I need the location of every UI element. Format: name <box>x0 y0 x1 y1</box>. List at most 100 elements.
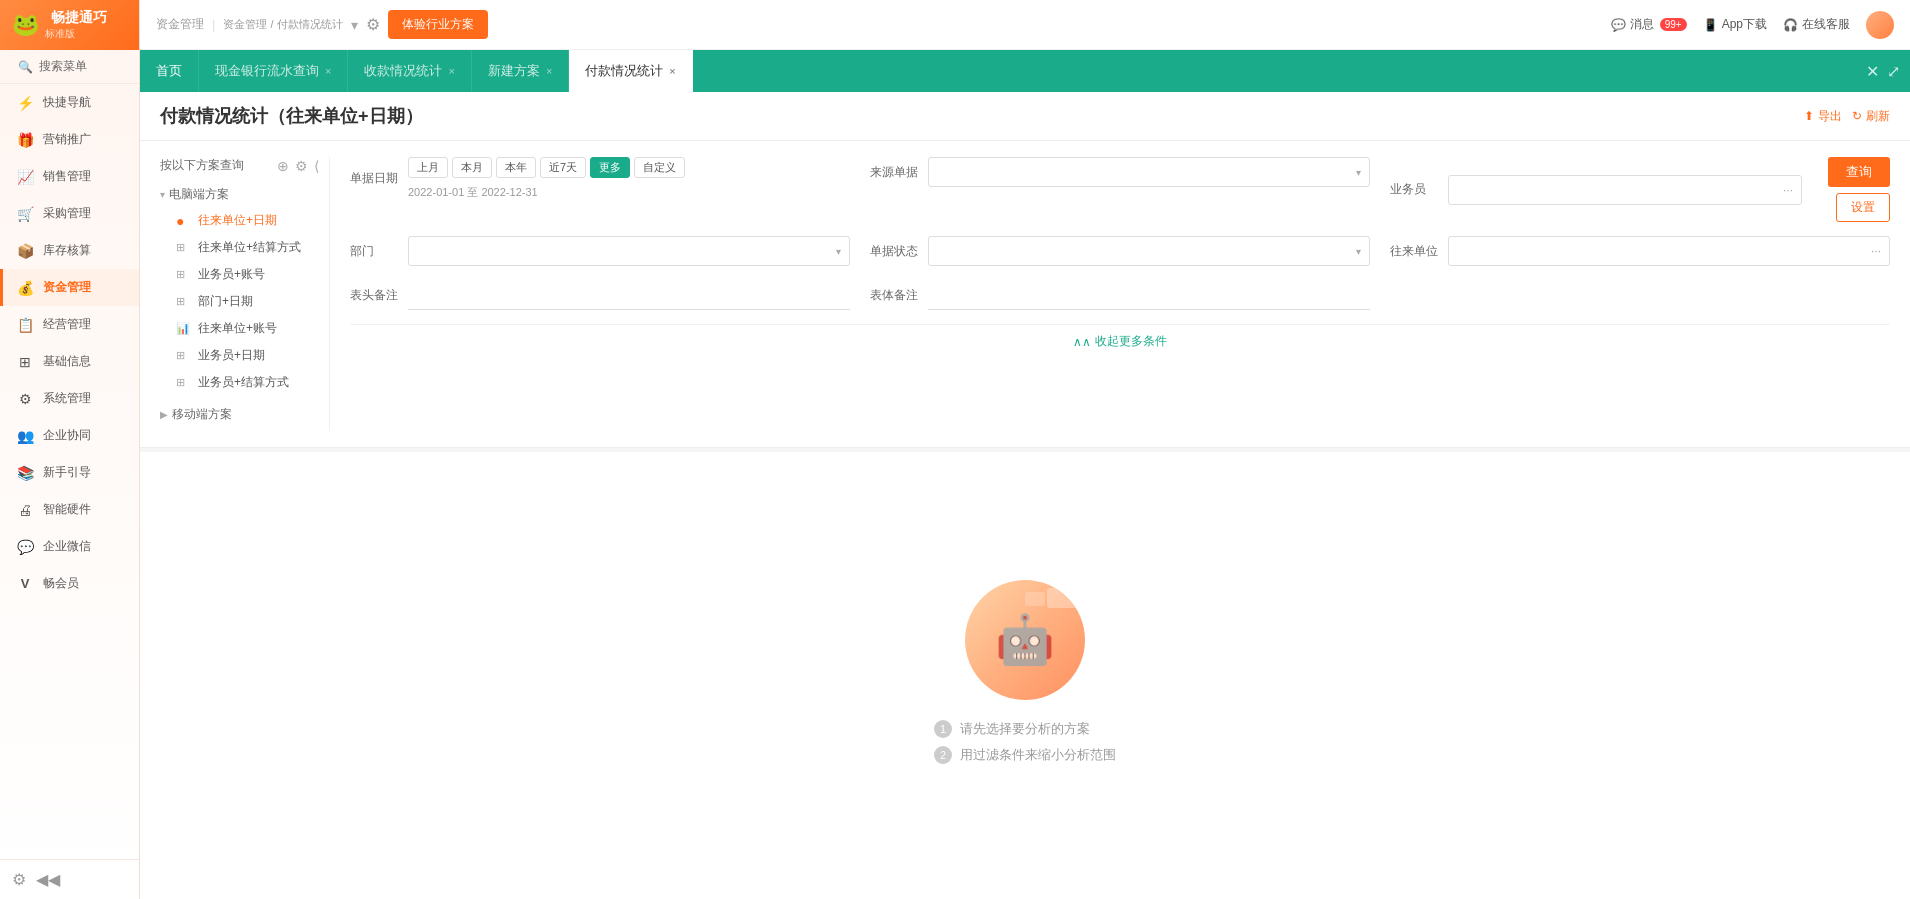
sidebar-item-system[interactable]: ⚙ 系统管理 <box>0 380 139 417</box>
online-service-item[interactable]: 🎧 在线客服 <box>1783 16 1850 33</box>
sidebar-item-marketing[interactable]: 🎁 营销推广 <box>0 121 139 158</box>
counterparty-select[interactable]: ··· <box>1448 236 1890 266</box>
user-avatar[interactable] <box>1866 11 1894 39</box>
mobile-group-label: 移动端方案 <box>172 406 232 423</box>
scheme-settings-icon[interactable]: ⚙ <box>295 158 308 174</box>
scheme-item-4[interactable]: 📊 往来单位+账号 <box>160 315 319 342</box>
body-remark-input[interactable] <box>928 280 1370 310</box>
mobile-group-arrow: ▶ <box>160 409 168 420</box>
sidebar-item-sales[interactable]: 📈 销售管理 <box>0 158 139 195</box>
collapse-bar[interactable]: ∧∧ 收起更多条件 <box>350 324 1890 358</box>
hardware-label: 智能硬件 <box>43 501 91 518</box>
scheme-icon-1: ⊞ <box>176 241 192 254</box>
notifications-badge: 99+ <box>1660 18 1687 31</box>
app-download-item[interactable]: 📱 App下载 <box>1703 16 1767 33</box>
counterparty-label: 往来单位 <box>1390 243 1440 260</box>
sidebar-item-guide[interactable]: 📚 新手引导 <box>0 454 139 491</box>
tab-cashbank[interactable]: 现金银行流水查询 × <box>199 50 348 92</box>
sidebar-item-finance[interactable]: 💰 资金管理 <box>0 269 139 306</box>
scheme-icon-4: 📊 <box>176 322 192 335</box>
date-btn-custom[interactable]: 自定义 <box>634 157 685 178</box>
notifications-item[interactable]: 💬 消息 99+ <box>1611 16 1687 33</box>
settings-btn[interactable]: 设置 <box>1836 193 1890 222</box>
tab-cashbank-label: 现金银行流水查询 <box>215 62 319 80</box>
filter-row-1: 单据日期 上月 本月 本年 近7天 更多 自定义 2022-01-01 至 20… <box>350 157 1890 222</box>
tab-close-all-icon[interactable]: ✕ <box>1866 62 1879 81</box>
date-btn-this-year[interactable]: 本年 <box>496 157 536 178</box>
date-btn-this-month[interactable]: 本月 <box>452 157 492 178</box>
scheme-item-3[interactable]: ⊞ 部门+日期 <box>160 288 319 315</box>
guide-icon: 📚 <box>15 465 35 481</box>
scheme-add-icon[interactable]: ⊕ <box>277 158 289 174</box>
filter-dept: 部门 ▾ <box>350 236 850 266</box>
scheme-item-2[interactable]: ⊞ 业务员+账号 <box>160 261 319 288</box>
scheme-item-1[interactable]: ⊞ 往来单位+结算方式 <box>160 234 319 261</box>
scheme-item-label-4: 往来单位+账号 <box>198 320 277 337</box>
sidebar-item-wechat[interactable]: 💬 企业微信 <box>0 528 139 565</box>
tab-payments[interactable]: 付款情况统计 × <box>569 50 692 92</box>
scheme-item-5[interactable]: ⊞ 业务员+日期 <box>160 342 319 369</box>
date-range-display: 2022-01-01 至 2022-12-31 <box>408 185 685 200</box>
voucher-status-select[interactable]: ▾ <box>928 236 1370 266</box>
search-menu-item[interactable]: 🔍 搜索菜单 <box>0 50 139 84</box>
empty-area: 🤖 1 请先选择要分析的方案 2 用过滤条件来缩小分析范围 <box>140 452 1910 899</box>
sidebar-item-inventory[interactable]: 📦 库存核算 <box>0 232 139 269</box>
quick-nav-label: 快捷导航 <box>43 94 91 111</box>
trial-btn[interactable]: 体验行业方案 <box>388 10 488 39</box>
desktop-group-header[interactable]: ▾ 电脑端方案 <box>160 182 319 207</box>
tab-receipts[interactable]: 收款情况统计 × <box>348 50 471 92</box>
tabbar: 首页 现金银行流水查询 × 收款情况统计 × 新建方案 × 付款情况统计 × ✕… <box>140 50 1910 92</box>
salesman-select[interactable]: ··· <box>1448 175 1802 205</box>
refresh-btn[interactable]: ↻ 刷新 <box>1852 108 1890 125</box>
filter-body-remark: 表体备注 <box>870 280 1370 310</box>
tab-payments-close[interactable]: × <box>669 65 675 77</box>
scheme-item-0[interactable]: ● 往来单位+日期 <box>160 207 319 234</box>
date-buttons: 上月 本月 本年 近7天 更多 自定义 <box>408 157 685 178</box>
tab-receipts-close[interactable]: × <box>448 65 454 77</box>
topbar-chevron-icon[interactable]: ▾ <box>351 17 358 33</box>
tab-new-scheme[interactable]: 新建方案 × <box>472 50 569 92</box>
settings-bottom-icon[interactable]: ⚙ <box>12 870 26 889</box>
sales-label: 销售管理 <box>43 168 91 185</box>
date-btn-more[interactable]: 更多 <box>590 157 630 178</box>
sidebar-item-collab[interactable]: 👥 企业协同 <box>0 417 139 454</box>
desktop-group-arrow: ▾ <box>160 189 165 200</box>
mobile-group-header[interactable]: ▶ 移动端方案 <box>160 400 319 427</box>
tab-home[interactable]: 首页 <box>140 50 199 92</box>
head-remark-input[interactable] <box>408 280 850 310</box>
empty-tip-1: 1 请先选择要分析的方案 <box>934 720 1116 738</box>
tab-cashbank-close[interactable]: × <box>325 65 331 77</box>
topbar-gear-icon[interactable]: ⚙ <box>366 15 380 34</box>
counterparty-dots: ··· <box>1871 244 1881 258</box>
tabbar-actions: ✕ ⤢ <box>1856 62 1910 81</box>
export-btn[interactable]: ⬆ 导出 <box>1804 108 1842 125</box>
source-select-arrow: ▾ <box>1356 167 1361 178</box>
sidebar-nav: ⚡ 快捷导航 🎁 营销推广 📈 销售管理 🛒 采购管理 📦 库存核算 💰 资金管… <box>0 84 139 859</box>
scheme-collapse-icon[interactable]: ⟨ <box>314 158 319 174</box>
sidebar-item-basic[interactable]: ⊞ 基础信息 <box>0 343 139 380</box>
scheme-item-label-6: 业务员+结算方式 <box>198 374 289 391</box>
voucher-status-label: 单据状态 <box>870 243 920 260</box>
filter-row-3: 表头备注 表体备注 <box>350 280 1890 310</box>
empty-robot-icon: 🤖 <box>995 612 1055 668</box>
sidebar-item-quick-nav[interactable]: ⚡ 快捷导航 <box>0 84 139 121</box>
filter-voucher-status: 单据状态 ▾ <box>870 236 1370 266</box>
scheme-item-6[interactable]: ⊞ 业务员+结算方式 <box>160 369 319 396</box>
collapse-sidebar-icon[interactable]: ◀◀ <box>36 870 60 889</box>
tab-new-scheme-close[interactable]: × <box>546 65 552 77</box>
tab-maximize-icon[interactable]: ⤢ <box>1887 62 1900 81</box>
source-select[interactable]: ▾ <box>928 157 1370 187</box>
filter-panel: 单据日期 上月 本月 本年 近7天 更多 自定义 2022-01-01 至 20… <box>350 157 1890 431</box>
sidebar-item-purchase[interactable]: 🛒 采购管理 <box>0 195 139 232</box>
query-btn[interactable]: 查询 <box>1828 157 1890 187</box>
sidebar-item-management[interactable]: 📋 经营管理 <box>0 306 139 343</box>
app-download-label: App下载 <box>1722 16 1767 33</box>
sidebar-item-member[interactable]: V 畅会员 <box>0 565 139 602</box>
sidebar-item-hardware[interactable]: 🖨 智能硬件 <box>0 491 139 528</box>
management-icon: 📋 <box>15 317 35 333</box>
dept-select[interactable]: ▾ <box>408 236 850 266</box>
scheme-icon-3: ⊞ <box>176 295 192 308</box>
date-btn-last-month[interactable]: 上月 <box>408 157 448 178</box>
purchase-label: 采购管理 <box>43 205 91 222</box>
date-btn-7days[interactable]: 近7天 <box>540 157 586 178</box>
